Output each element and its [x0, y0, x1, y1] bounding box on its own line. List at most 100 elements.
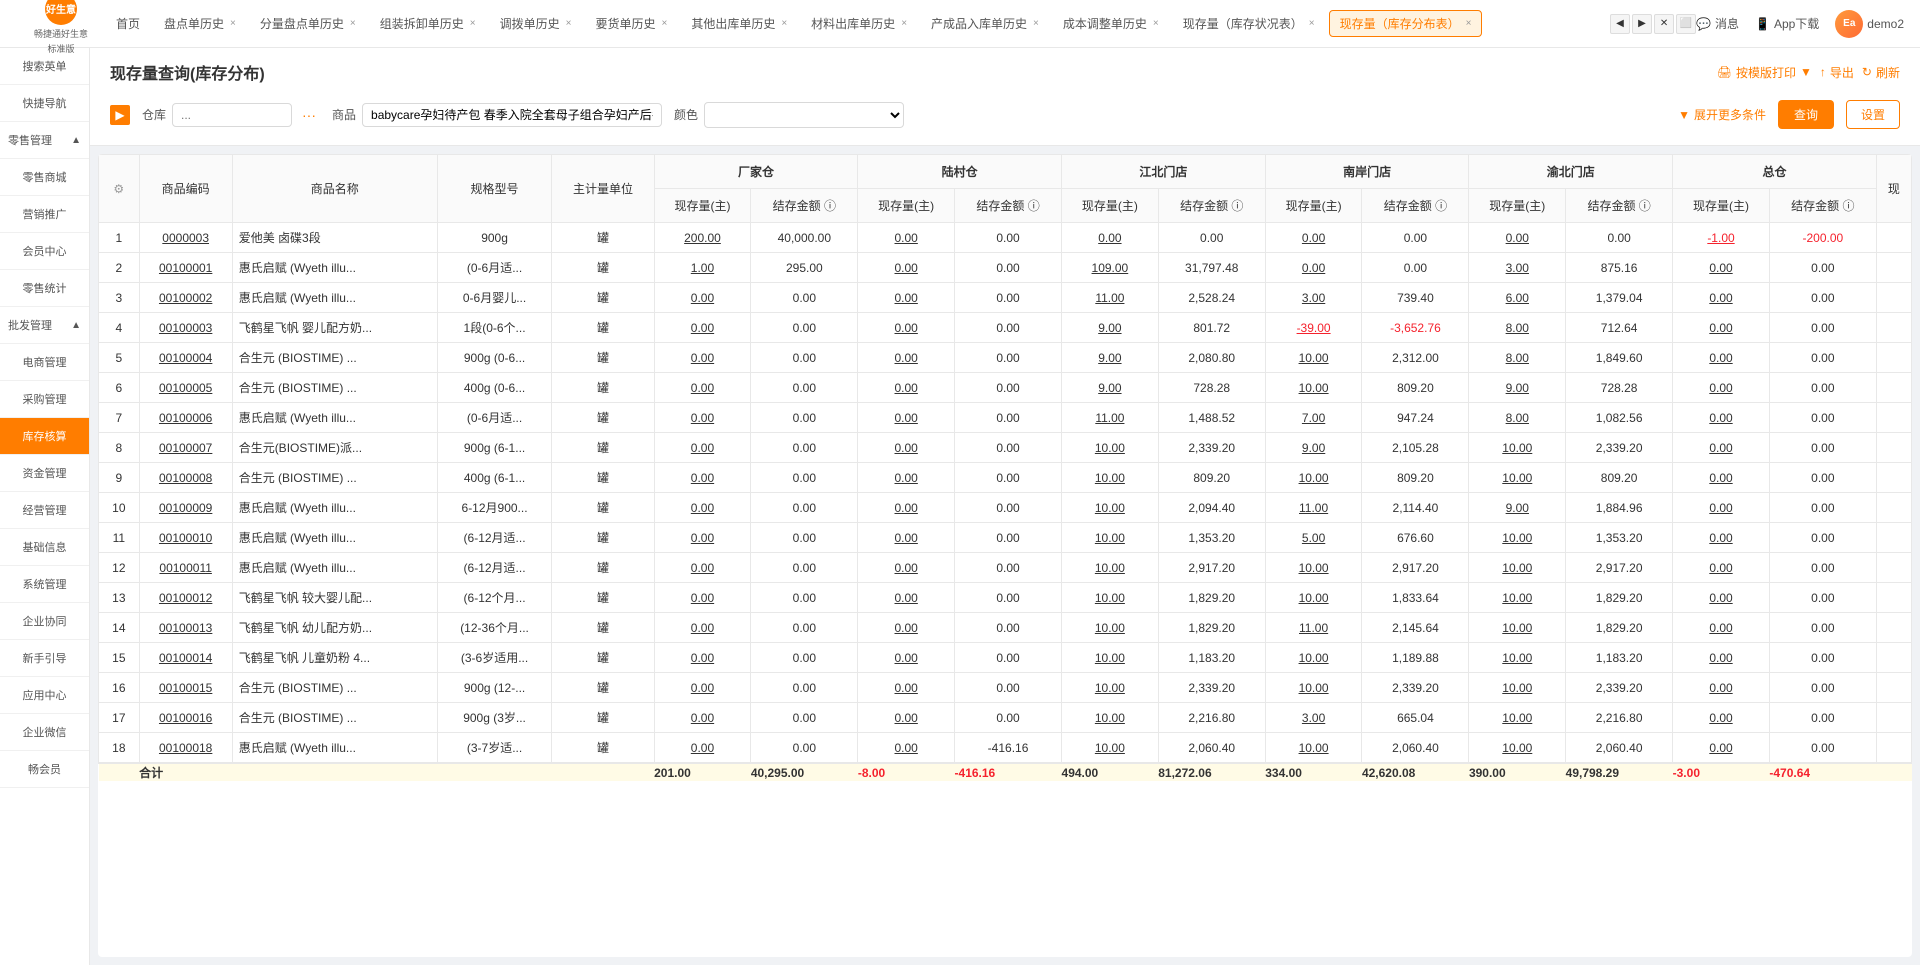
cell-16-16[interactable]: 0.00 [1769, 703, 1876, 733]
cell-12-12[interactable]: 1,833.64 [1362, 583, 1469, 613]
cell-1-4[interactable]: 罐 [552, 253, 654, 283]
cell-13-3[interactable]: (12-36个月... [437, 613, 552, 643]
cell-15-5[interactable]: 0.00 [654, 673, 751, 703]
cell-13-7[interactable]: 0.00 [858, 613, 955, 643]
cell-15-11[interactable]: 10.00 [1265, 673, 1362, 703]
cell-14-2[interactable]: 飞鹤星飞帆 儿童奶粉 4... [232, 643, 437, 673]
cell-17-10[interactable]: 2,060.40 [1158, 733, 1265, 764]
cell-7-5[interactable]: 0.00 [654, 433, 751, 463]
nav-tab-close-5[interactable]: × [661, 18, 667, 29]
cell-3-16[interactable]: 0.00 [1769, 313, 1876, 343]
sidebar-item-19[interactable]: 畅会员 [0, 751, 89, 788]
cell-13-8[interactable]: 0.00 [955, 613, 1062, 643]
cell-13-10[interactable]: 1,829.20 [1158, 613, 1265, 643]
cell-6-6[interactable]: 0.00 [751, 403, 858, 433]
cell-7-8[interactable]: 0.00 [955, 433, 1062, 463]
cell-2-9[interactable]: 11.00 [1062, 283, 1159, 313]
cell-15-13[interactable]: 10.00 [1469, 673, 1566, 703]
cell-8-7[interactable]: 0.00 [858, 463, 955, 493]
cell-12-2[interactable]: 飞鹤星飞帆 较大婴儿配... [232, 583, 437, 613]
sidebar-item-17[interactable]: 应用中心 [0, 677, 89, 714]
cell-5-3[interactable]: 400g (0-6... [437, 373, 552, 403]
cell-6-8[interactable]: 0.00 [955, 403, 1062, 433]
cell-15-17[interactable] [1876, 673, 1911, 703]
cell-12-3[interactable]: (6-12个月... [437, 583, 552, 613]
nav-tab-10[interactable]: 现存量（库存状况表）× [1173, 11, 1325, 36]
cell-4-3[interactable]: 900g (0-6... [437, 343, 552, 373]
nav-tab-close-3[interactable]: × [470, 18, 476, 29]
nav-tab-4[interactable]: 调拨单历史× [490, 11, 582, 36]
nav-tab-1[interactable]: 盘点单历史× [154, 11, 246, 36]
cell-10-9[interactable]: 10.00 [1062, 523, 1159, 553]
nav-tab-close-1[interactable]: × [230, 18, 236, 29]
cell-12-6[interactable]: 0.00 [751, 583, 858, 613]
cell-3-14[interactable]: 712.64 [1566, 313, 1673, 343]
cell-9-12[interactable]: 2,114.40 [1362, 493, 1469, 523]
sidebar-item-6[interactable]: 零售统计 [0, 270, 89, 307]
cell-6-1[interactable]: 00100006 [139, 403, 232, 433]
cell-11-15[interactable]: 0.00 [1673, 553, 1770, 583]
cell-6-12[interactable]: 947.24 [1362, 403, 1469, 433]
cell-14-4[interactable]: 罐 [552, 643, 654, 673]
cell-8-15[interactable]: 0.00 [1673, 463, 1770, 493]
cell-17-1[interactable]: 00100018 [139, 733, 232, 764]
cell-8-16[interactable]: 0.00 [1769, 463, 1876, 493]
cell-8-5[interactable]: 0.00 [654, 463, 751, 493]
cell-4-7[interactable]: 0.00 [858, 343, 955, 373]
cell-12-5[interactable]: 0.00 [654, 583, 751, 613]
cell-8-4[interactable]: 罐 [552, 463, 654, 493]
cell-14-10[interactable]: 1,183.20 [1158, 643, 1265, 673]
cell-7-16[interactable]: 0.00 [1769, 433, 1876, 463]
cell-13-12[interactable]: 2,145.64 [1362, 613, 1469, 643]
cell-10-16[interactable]: 0.00 [1769, 523, 1876, 553]
cell-12-4[interactable]: 罐 [552, 583, 654, 613]
user-avatar[interactable]: Ea demo2 [1835, 10, 1904, 38]
cell-7-2[interactable]: 合生元(BIOSTIME)派... [232, 433, 437, 463]
cell-3-8[interactable]: 0.00 [955, 313, 1062, 343]
cell-3-3[interactable]: 1段(0-6个... [437, 313, 552, 343]
cell-16-5[interactable]: 0.00 [654, 703, 751, 733]
cell-9-14[interactable]: 1,884.96 [1566, 493, 1673, 523]
cell-16-9[interactable]: 10.00 [1062, 703, 1159, 733]
cell-2-14[interactable]: 1,379.04 [1566, 283, 1673, 313]
cell-5-2[interactable]: 合生元 (BIOSTIME) ... [232, 373, 437, 403]
cell-16-8[interactable]: 0.00 [955, 703, 1062, 733]
cell-1-1[interactable]: 00100001 [139, 253, 232, 283]
cell-6-13[interactable]: 8.00 [1469, 403, 1566, 433]
cell-10-10[interactable]: 1,353.20 [1158, 523, 1265, 553]
cell-4-17[interactable] [1876, 343, 1911, 373]
cell-11-10[interactable]: 2,917.20 [1158, 553, 1265, 583]
cell-11-6[interactable]: 0.00 [751, 553, 858, 583]
query-btn[interactable]: 查询 [1778, 100, 1834, 129]
cell-5-17[interactable] [1876, 373, 1911, 403]
cell-15-7[interactable]: 0.00 [858, 673, 955, 703]
cell-8-13[interactable]: 10.00 [1469, 463, 1566, 493]
cell-16-2[interactable]: 合生元 (BIOSTIME) ... [232, 703, 437, 733]
nav-tab-0[interactable]: 首页 [106, 11, 150, 36]
cell-3-10[interactable]: 801.72 [1158, 313, 1265, 343]
cell-6-17[interactable] [1876, 403, 1911, 433]
cell-5-10[interactable]: 728.28 [1158, 373, 1265, 403]
cell-12-15[interactable]: 0.00 [1673, 583, 1770, 613]
cell-9-11[interactable]: 11.00 [1265, 493, 1362, 523]
cell-7-4[interactable]: 罐 [552, 433, 654, 463]
cell-5-11[interactable]: 10.00 [1265, 373, 1362, 403]
cell-3-2[interactable]: 飞鹤星飞帆 婴儿配方奶... [232, 313, 437, 343]
cell-6-5[interactable]: 0.00 [654, 403, 751, 433]
cell-11-7[interactable]: 0.00 [858, 553, 955, 583]
cell-4-5[interactable]: 0.00 [654, 343, 751, 373]
nav-expand[interactable]: ⬜ [1676, 14, 1696, 34]
message-btn[interactable]: 💬 消息 [1696, 15, 1739, 32]
cell-8-8[interactable]: 0.00 [955, 463, 1062, 493]
nav-tab-close-9[interactable]: × [1153, 18, 1159, 29]
cell-2-2[interactable]: 惠氏启赋 (Wyeth illu... [232, 283, 437, 313]
cell-3-13[interactable]: 8.00 [1469, 313, 1566, 343]
cell-11-13[interactable]: 10.00 [1469, 553, 1566, 583]
cell-9-3[interactable]: 6-12月900... [437, 493, 552, 523]
nav-tab-6[interactable]: 其他出库单历史× [681, 11, 797, 36]
cell-0-7[interactable]: 0.00 [858, 223, 955, 253]
cell-8-10[interactable]: 809.20 [1158, 463, 1265, 493]
cell-8-1[interactable]: 00100008 [139, 463, 232, 493]
cell-0-4[interactable]: 罐 [552, 223, 654, 253]
cell-1-15[interactable]: 0.00 [1673, 253, 1770, 283]
